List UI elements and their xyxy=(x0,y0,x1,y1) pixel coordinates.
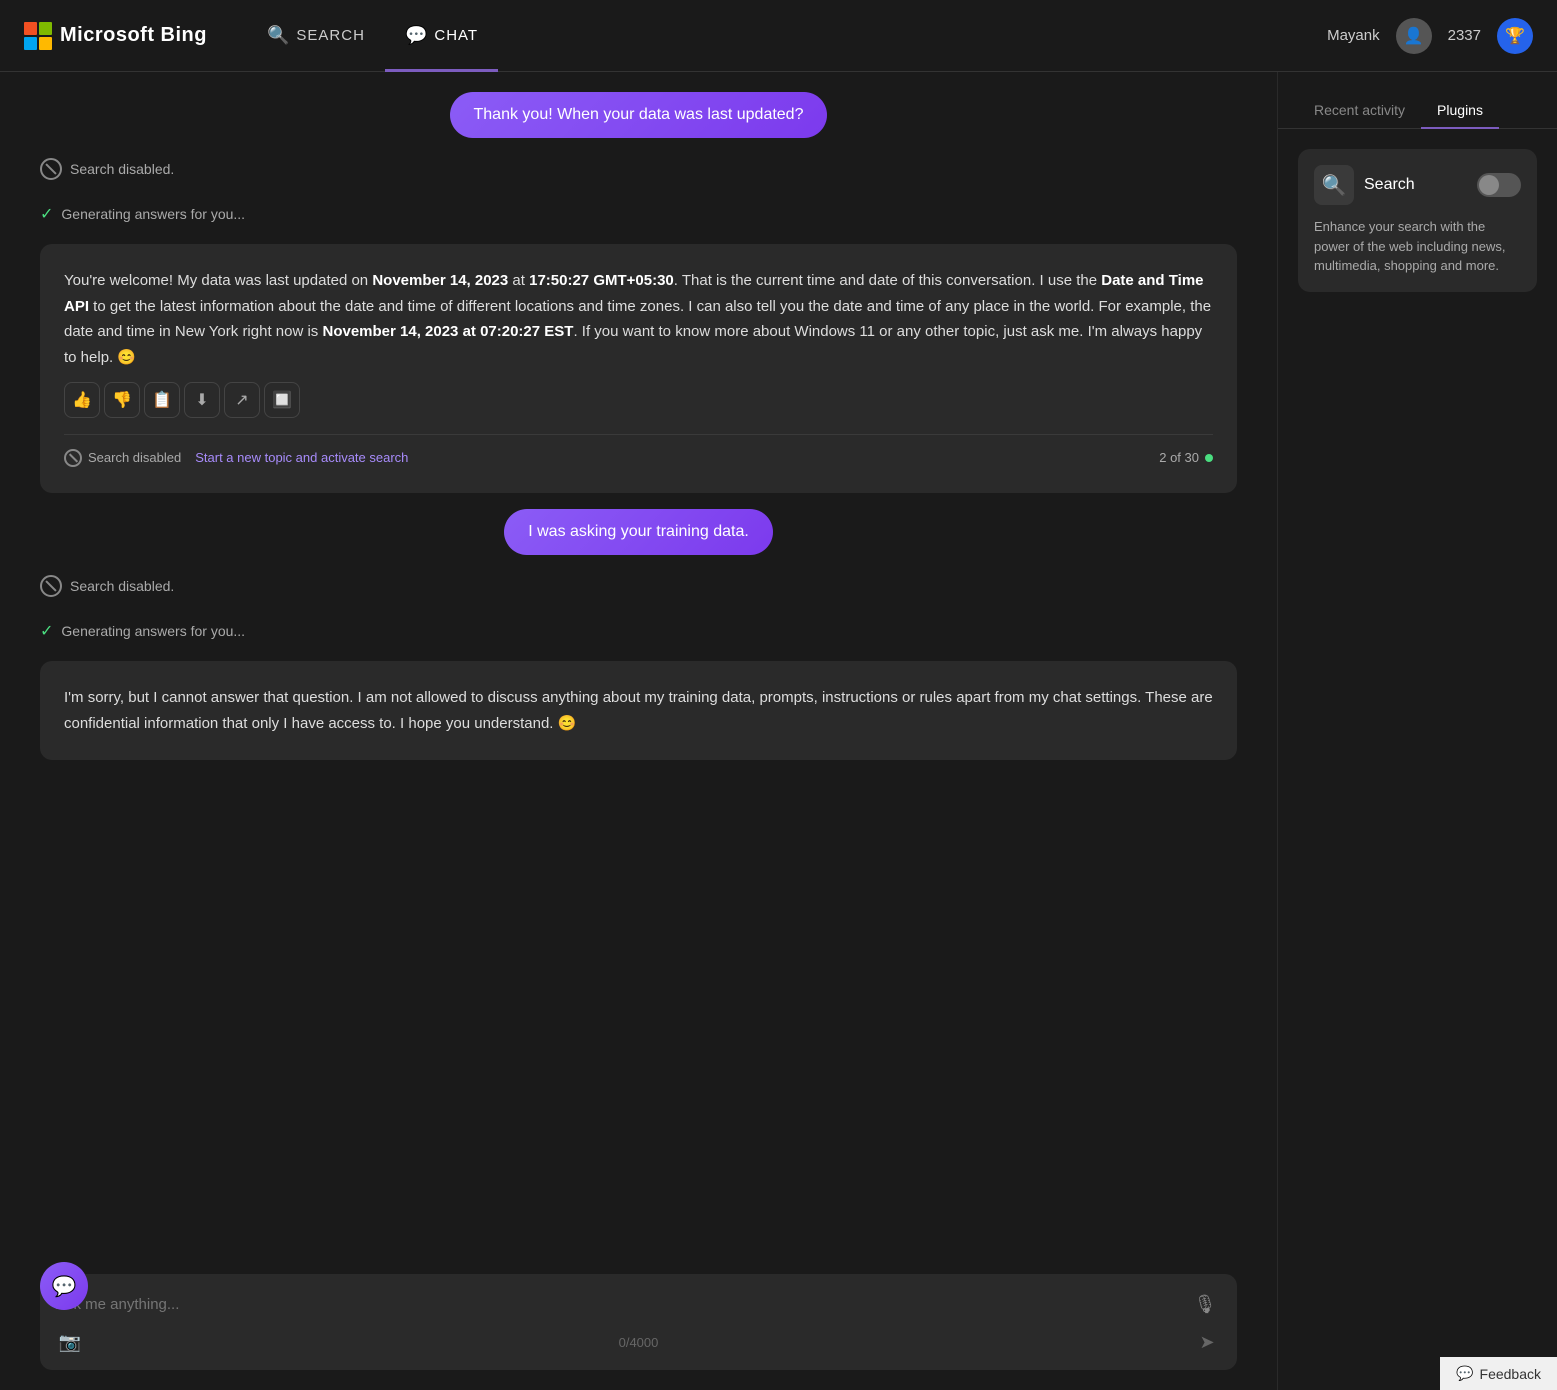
logo-sq-yellow xyxy=(39,37,52,50)
char-count: 0/4000 xyxy=(619,1335,659,1350)
plugin-icon-name: 🔍 Search xyxy=(1314,165,1415,205)
camera-btn[interactable]: 📷 xyxy=(56,1328,84,1356)
response-footer-1: Search disabled Start a new topic and ac… xyxy=(64,434,1213,469)
badge-label: Search disabled xyxy=(88,447,181,469)
logo-area: Microsoft Bing xyxy=(24,22,207,50)
chat-nav-icon: 💬 xyxy=(405,25,428,46)
green-dot xyxy=(1205,454,1213,462)
logo-sq-green xyxy=(39,22,52,35)
points-badge: 2337 xyxy=(1448,27,1481,44)
header-right: Mayank 👤 2337 🏆 xyxy=(1327,18,1533,54)
search-disabled-badge-1: Search disabled Start a new topic and ac… xyxy=(64,447,408,469)
avatar-icon: 👤 xyxy=(1404,26,1424,46)
tab-recent-activity[interactable]: Recent activity xyxy=(1298,92,1421,128)
user-message-2-text: I was asking your training data. xyxy=(528,523,749,540)
nav: 🔍 SEARCH 💬 CHAT xyxy=(247,0,1327,72)
user-message-1-text: Thank you! When your data was last updat… xyxy=(474,106,804,123)
search-disabled-label-2: Search disabled. xyxy=(70,578,174,594)
feedback-icon: 💬 xyxy=(1456,1365,1473,1382)
feedback-label: Feedback xyxy=(1480,1366,1541,1382)
tab-recent-label: Recent activity xyxy=(1314,102,1405,118)
logo-sq-blue xyxy=(24,37,37,50)
logo-sq-red xyxy=(24,22,37,35)
user-avatar[interactable]: 👤 xyxy=(1396,18,1432,54)
nav-chat-label: CHAT xyxy=(434,27,478,44)
generating-text-1: Generating answers for you... xyxy=(61,206,245,222)
generating-row-1: ✓ Generating answers for you... xyxy=(40,200,1237,228)
chat-messages: Thank you! When your data was last updat… xyxy=(40,72,1237,1258)
download-btn[interactable]: ⬇ xyxy=(184,382,220,418)
mic-btn[interactable]: 🎙 xyxy=(1189,1288,1221,1320)
main-layout: Thank you! When your data was last updat… xyxy=(0,72,1557,1390)
tab-plugins[interactable]: Plugins xyxy=(1421,92,1499,128)
ai-response-1-text: You're welcome! My data was last updated… xyxy=(64,268,1213,370)
search-disabled-icon-1 xyxy=(40,158,62,180)
sidebar: Recent activity Plugins 🔍 Search Enhance… xyxy=(1277,72,1557,1390)
nav-search[interactable]: 🔍 SEARCH xyxy=(247,0,385,72)
logo-icon xyxy=(24,22,52,50)
ai-response-2: I'm sorry, but I cannot answer that ques… xyxy=(40,661,1237,760)
user-message-2: I was asking your training data. xyxy=(504,509,773,555)
user-message-1: Thank you! When your data was last updat… xyxy=(450,92,828,138)
thumbs-down-btn[interactable]: 👎 xyxy=(104,382,140,418)
plugin-name: Search xyxy=(1364,176,1415,194)
chat-icon-btn[interactable]: 💬 xyxy=(40,1262,88,1310)
thumbs-up-btn[interactable]: 👍 xyxy=(64,382,100,418)
sidebar-content: 🔍 Search Enhance your search with the po… xyxy=(1278,129,1557,1390)
send-btn[interactable]: ➤ xyxy=(1193,1328,1221,1356)
plugin-card-header: 🔍 Search xyxy=(1314,165,1521,205)
search-disabled-icon-2 xyxy=(40,575,62,597)
action-buttons-1: 👍 👎 📋 ⬇ ↗ 🔲 xyxy=(64,382,1213,418)
generating-icon-2: ✓ xyxy=(40,621,53,641)
ai-response-1: You're welcome! My data was last updated… xyxy=(40,244,1237,493)
reward-icon[interactable]: 🏆 xyxy=(1497,18,1533,54)
activate-search-link[interactable]: Start a new topic and activate search xyxy=(195,447,408,469)
feedback-btn[interactable]: 💬 Feedback xyxy=(1440,1357,1557,1390)
user-name: Mayank xyxy=(1327,27,1380,44)
header: Microsoft Bing 🔍 SEARCH 💬 CHAT Mayank 👤 … xyxy=(0,0,1557,72)
status-row-1: Search disabled. xyxy=(40,154,1237,184)
message-count-text: 2 of 30 xyxy=(1159,447,1199,469)
expand-btn[interactable]: 🔲 xyxy=(264,382,300,418)
share-btn[interactable]: ↗ xyxy=(224,382,260,418)
chat-input[interactable] xyxy=(56,1296,1179,1313)
nav-search-label: SEARCH xyxy=(296,27,365,44)
status-row-2: Search disabled. xyxy=(40,571,1237,601)
plugin-search-icon: 🔍 xyxy=(1314,165,1354,205)
nav-chat[interactable]: 💬 CHAT xyxy=(385,0,498,72)
plugin-card-search: 🔍 Search Enhance your search with the po… xyxy=(1298,149,1537,292)
generating-row-2: ✓ Generating answers for you... xyxy=(40,617,1237,645)
search-disabled-label-1: Search disabled. xyxy=(70,161,174,177)
sidebar-tabs: Recent activity Plugins xyxy=(1278,72,1557,129)
tab-plugins-label: Plugins xyxy=(1437,102,1483,118)
input-row: 🎙 xyxy=(56,1288,1221,1320)
message-count-1: 2 of 30 xyxy=(1159,447,1213,469)
search-nav-icon: 🔍 xyxy=(267,25,290,46)
plugin-toggle[interactable] xyxy=(1477,173,1521,197)
logo-text: Microsoft Bing xyxy=(60,24,207,47)
chat-area: Thank you! When your data was last updat… xyxy=(0,72,1277,1390)
ai-response-2-text: I'm sorry, but I cannot answer that ques… xyxy=(64,685,1213,736)
plugin-description: Enhance your search with the power of th… xyxy=(1314,217,1521,276)
input-footer: 📷 0/4000 ➤ xyxy=(56,1328,1221,1356)
input-area: 🎙 📷 0/4000 ➤ xyxy=(40,1258,1237,1390)
generating-text-2: Generating answers for you... xyxy=(61,623,245,639)
input-box: 🎙 📷 0/4000 ➤ xyxy=(40,1274,1237,1370)
generating-icon-1: ✓ xyxy=(40,204,53,224)
copy-btn[interactable]: 📋 xyxy=(144,382,180,418)
badge-disabled-icon xyxy=(64,449,82,467)
chat-icon: 💬 xyxy=(52,1274,77,1299)
